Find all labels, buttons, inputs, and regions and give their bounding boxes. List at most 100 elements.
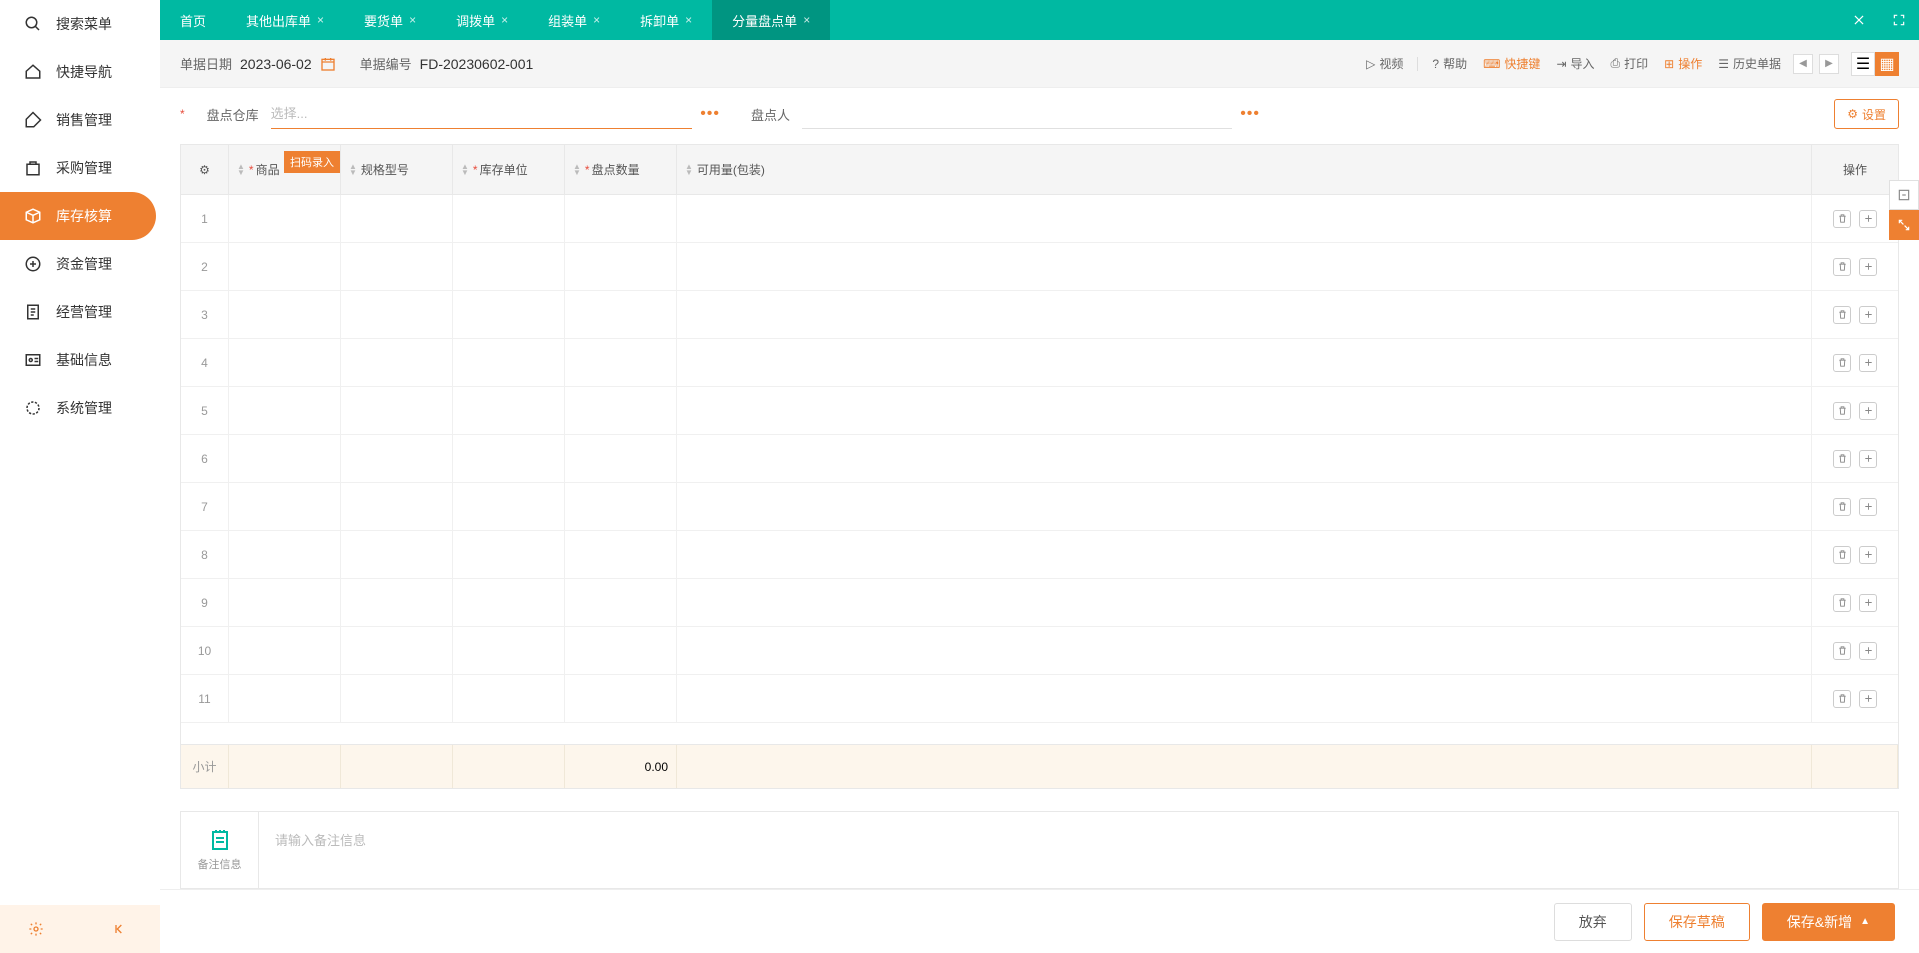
close-icon[interactable]: × bbox=[593, 13, 600, 27]
toolbar: ▷视频 ?帮助 ⌨快捷键 ⇥导入 ⎙打印 ⊞操作 ☰历史单据 ◀ ▶ ☰ ▦ bbox=[1360, 52, 1899, 76]
grid-header: ⚙ ▲▼ * 商品 扫码录入 ▲▼ 规格型号 ▲▼ * 库存单位 ▲▼ bbox=[181, 145, 1898, 195]
save-draft-button[interactable]: 保存草稿 bbox=[1644, 903, 1750, 941]
settings-button[interactable]: ⚙ 设置 bbox=[1834, 99, 1899, 129]
table-row[interactable]: 1 bbox=[181, 195, 1898, 243]
table-row[interactable]: 8 bbox=[181, 531, 1898, 579]
action-button[interactable]: ⊞操作 bbox=[1658, 55, 1708, 72]
view-grid-icon[interactable]: ▦ bbox=[1875, 52, 1899, 76]
calendar-icon[interactable] bbox=[320, 56, 336, 72]
help-icon: ? bbox=[1432, 57, 1439, 71]
discard-button[interactable]: 放弃 bbox=[1554, 903, 1632, 941]
table-row[interactable]: 3 bbox=[181, 291, 1898, 339]
col-config[interactable]: ⚙ bbox=[181, 145, 229, 194]
sidebar-item-basic[interactable]: 基础信息 bbox=[0, 336, 160, 384]
warehouse-picker-icon[interactable]: ••• bbox=[700, 105, 720, 123]
col-product[interactable]: ▲▼ * 商品 扫码录入 bbox=[229, 145, 341, 194]
add-row-icon[interactable] bbox=[1859, 498, 1877, 516]
delete-row-icon[interactable] bbox=[1833, 402, 1851, 420]
delete-row-icon[interactable] bbox=[1833, 690, 1851, 708]
float-btn-1[interactable] bbox=[1889, 180, 1919, 210]
table-row[interactable]: 2 bbox=[181, 243, 1898, 291]
delete-row-icon[interactable] bbox=[1833, 546, 1851, 564]
close-icon[interactable]: × bbox=[803, 13, 810, 27]
sidebar-item-search[interactable]: 搜索菜单 bbox=[0, 0, 160, 48]
table-row[interactable]: 10 bbox=[181, 627, 1898, 675]
tab-home[interactable]: 首页 bbox=[160, 0, 226, 40]
grid-body[interactable]: 1234567891011 bbox=[181, 195, 1898, 744]
sidebar-item-label: 采购管理 bbox=[56, 158, 112, 178]
add-row-icon[interactable] bbox=[1859, 450, 1877, 468]
add-row-icon[interactable] bbox=[1859, 210, 1877, 228]
delete-row-icon[interactable] bbox=[1833, 354, 1851, 372]
sidebar-item-inventory[interactable]: 库存核算 bbox=[0, 192, 156, 240]
remark-input[interactable] bbox=[259, 812, 1898, 888]
sidebar-item-system[interactable]: 系统管理 bbox=[0, 384, 160, 432]
col-spec[interactable]: ▲▼ 规格型号 bbox=[341, 145, 453, 194]
tab-assembly[interactable]: 组装单× bbox=[528, 0, 620, 40]
delete-row-icon[interactable] bbox=[1833, 210, 1851, 228]
tab-partial-inventory[interactable]: 分量盘点单× bbox=[712, 0, 830, 40]
prev-button[interactable]: ◀ bbox=[1793, 54, 1813, 74]
table-row[interactable]: 11 bbox=[181, 675, 1898, 723]
row-number: 2 bbox=[181, 243, 229, 290]
settings-icon[interactable] bbox=[28, 921, 44, 937]
table-row[interactable]: 5 bbox=[181, 387, 1898, 435]
sidebar-item-sales[interactable]: 销售管理 bbox=[0, 96, 160, 144]
side-float bbox=[1889, 180, 1919, 240]
help-button[interactable]: ?帮助 bbox=[1426, 55, 1473, 72]
delete-row-icon[interactable] bbox=[1833, 594, 1851, 612]
history-button[interactable]: ☰历史单据 bbox=[1712, 55, 1787, 72]
date-value[interactable]: 2023-06-02 bbox=[240, 56, 312, 72]
fullscreen-icon[interactable] bbox=[1879, 0, 1919, 40]
save-new-button[interactable]: 保存&新增▲ bbox=[1762, 903, 1895, 941]
warehouse-input[interactable] bbox=[271, 99, 693, 129]
close-icon[interactable]: × bbox=[317, 13, 324, 27]
delete-row-icon[interactable] bbox=[1833, 642, 1851, 660]
add-row-icon[interactable] bbox=[1859, 354, 1877, 372]
close-icon[interactable]: × bbox=[685, 13, 692, 27]
import-button[interactable]: ⇥导入 bbox=[1550, 55, 1600, 72]
delete-row-icon[interactable] bbox=[1833, 498, 1851, 516]
delete-row-icon[interactable] bbox=[1833, 258, 1851, 276]
add-row-icon[interactable] bbox=[1859, 546, 1877, 564]
view-list-icon[interactable]: ☰ bbox=[1851, 52, 1875, 76]
add-row-icon[interactable] bbox=[1859, 690, 1877, 708]
add-row-icon[interactable] bbox=[1859, 642, 1877, 660]
tab-disassembly[interactable]: 拆卸单× bbox=[620, 0, 712, 40]
add-row-icon[interactable] bbox=[1859, 258, 1877, 276]
table-row[interactable]: 6 bbox=[181, 435, 1898, 483]
sidebar-item-purchase[interactable]: 采购管理 bbox=[0, 144, 160, 192]
add-row-icon[interactable] bbox=[1859, 306, 1877, 324]
col-unit[interactable]: ▲▼ * 库存单位 bbox=[453, 145, 565, 194]
sidebar-item-nav[interactable]: 快捷导航 bbox=[0, 48, 160, 96]
checker-input[interactable] bbox=[802, 99, 1232, 129]
close-icon[interactable]: × bbox=[409, 13, 416, 27]
scan-badge[interactable]: 扫码录入 bbox=[284, 151, 340, 173]
tab-transfer[interactable]: 调拨单× bbox=[436, 0, 528, 40]
sidebar-item-label: 销售管理 bbox=[56, 110, 112, 130]
next-button[interactable]: ▶ bbox=[1819, 54, 1839, 74]
col-available[interactable]: ▲▼ 可用量(包装) bbox=[677, 145, 1812, 194]
table-row[interactable]: 7 bbox=[181, 483, 1898, 531]
close-icon[interactable]: × bbox=[501, 13, 508, 27]
table-row[interactable]: 9 bbox=[181, 579, 1898, 627]
add-row-icon[interactable] bbox=[1859, 402, 1877, 420]
float-btn-2[interactable] bbox=[1889, 210, 1919, 240]
footer-bar: 放弃 保存草稿 保存&新增▲ bbox=[160, 889, 1919, 953]
tab-other-out[interactable]: 其他出库单× bbox=[226, 0, 344, 40]
sidebar-item-label: 系统管理 bbox=[56, 398, 112, 418]
delete-row-icon[interactable] bbox=[1833, 450, 1851, 468]
shortcut-button[interactable]: ⌨快捷键 bbox=[1477, 55, 1546, 72]
print-button[interactable]: ⎙打印 bbox=[1605, 55, 1655, 72]
tab-requisition[interactable]: 要货单× bbox=[344, 0, 436, 40]
col-qty[interactable]: ▲▼ * 盘点数量 bbox=[565, 145, 677, 194]
video-button[interactable]: ▷视频 bbox=[1360, 55, 1409, 72]
add-row-icon[interactable] bbox=[1859, 594, 1877, 612]
close-all-icon[interactable] bbox=[1839, 0, 1879, 40]
checker-picker-icon[interactable]: ••• bbox=[1240, 105, 1260, 123]
table-row[interactable]: 4 bbox=[181, 339, 1898, 387]
sidebar-item-finance[interactable]: 资金管理 bbox=[0, 240, 160, 288]
delete-row-icon[interactable] bbox=[1833, 306, 1851, 324]
collapse-icon[interactable] bbox=[112, 921, 128, 937]
sidebar-item-business[interactable]: 经营管理 bbox=[0, 288, 160, 336]
